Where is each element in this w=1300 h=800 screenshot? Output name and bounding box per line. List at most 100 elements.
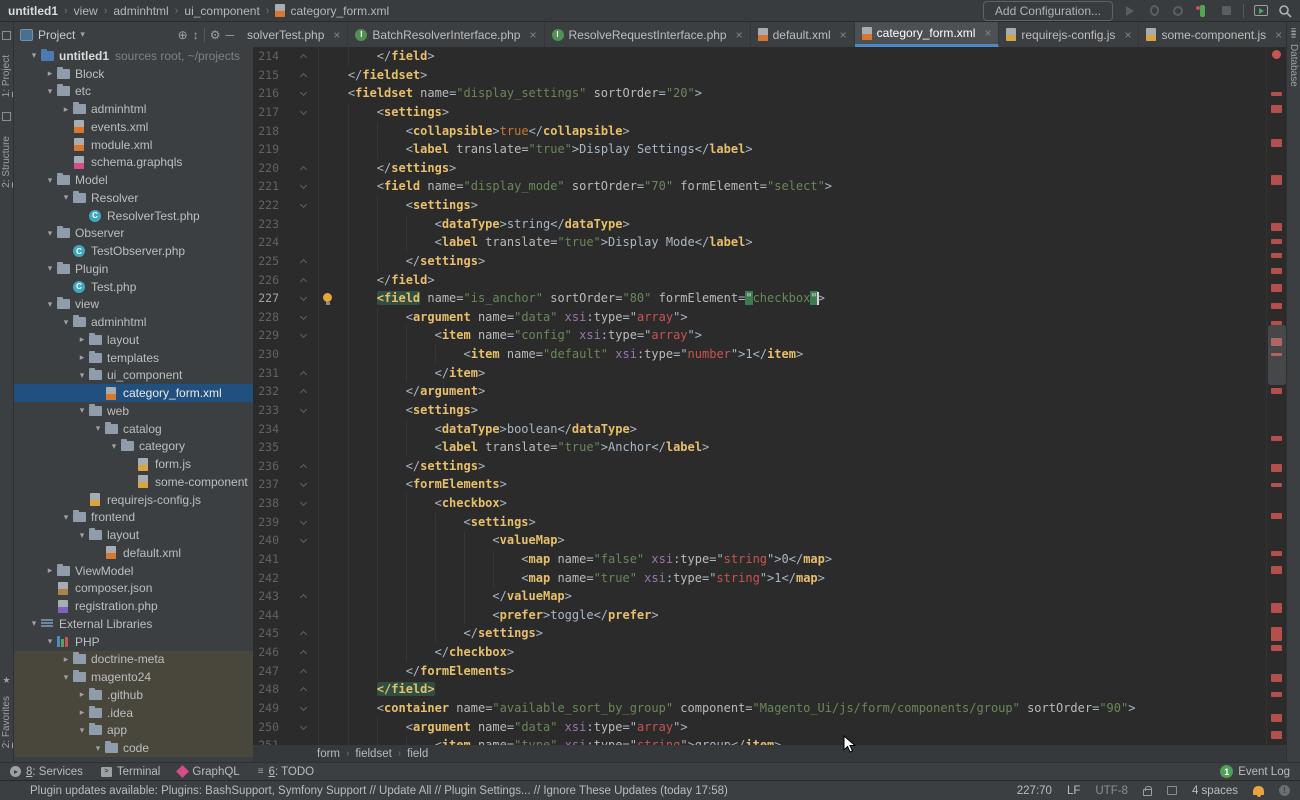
chevron-expanded-icon[interactable]: ▾ (76, 405, 88, 416)
code-line[interactable]: </checkbox> (319, 643, 1266, 662)
tree-item-templates[interactable]: ▸templates (14, 349, 253, 367)
breadcrumb-field[interactable]: field (407, 748, 428, 760)
error-mark[interactable] (1271, 464, 1282, 472)
fold-open-icon[interactable] (300, 89, 307, 96)
tree-item-observer[interactable]: ▾Observer (14, 225, 253, 243)
status-info-icon[interactable]: ! (1279, 785, 1290, 796)
tree-item-layout[interactable]: ▸layout (14, 331, 253, 349)
chevron-collapsed-icon[interactable]: ▸ (60, 654, 72, 665)
tree-item-registration-php[interactable]: registration.php (14, 597, 253, 615)
fold-close-icon[interactable] (300, 54, 307, 61)
tree-item-adminhtml[interactable]: ▾adminhtml (14, 313, 253, 331)
tree-item-view[interactable]: ▾view (14, 296, 253, 314)
title-file[interactable]: category_form.xml (275, 4, 389, 18)
chevron-expanded-icon[interactable]: ▾ (76, 725, 88, 736)
chevron-expanded-icon[interactable]: ▾ (44, 228, 56, 239)
tree-item-untitled1[interactable]: ▾untitled1sources root, ~/projects (14, 47, 253, 65)
fold-close-icon[interactable] (300, 389, 307, 396)
chevron-expanded-icon[interactable]: ▾ (60, 192, 72, 203)
fold-close-icon[interactable] (300, 594, 307, 601)
tab-close-icon[interactable]: × (529, 28, 536, 42)
code-line[interactable]: <checkbox> (319, 494, 1266, 513)
error-mark[interactable] (1271, 223, 1282, 231)
tab-solvertest-php[interactable]: solverTest.php× (240, 22, 348, 47)
event-log-button[interactable]: 1 Event Log (1220, 765, 1290, 778)
tree-item-doctrine-meta[interactable]: ▸doctrine-meta (14, 651, 253, 669)
fold-close-icon[interactable] (300, 650, 307, 657)
error-stripe-scrollbar[interactable] (1266, 47, 1286, 745)
code-line[interactable]: </field> (319, 680, 1266, 699)
chevron-expanded-icon[interactable]: ▾ (60, 317, 72, 328)
tree-item-some-component[interactable]: some-component (14, 473, 253, 491)
code-line[interactable]: <field name="display_mode" sortOrder="70… (319, 177, 1266, 196)
chevron-down-icon[interactable]: ▾ (80, 29, 85, 40)
fold-open-icon[interactable] (300, 313, 307, 320)
error-mark[interactable] (1271, 674, 1282, 682)
error-mark[interactable] (1271, 175, 1282, 185)
fold-close-icon[interactable] (300, 687, 307, 694)
fold-close-icon[interactable] (300, 371, 307, 378)
tree-item-magento24[interactable]: ▾magento24 (14, 668, 253, 686)
fold-open-icon[interactable] (300, 108, 307, 115)
code-line[interactable]: <item name="config" xsi:type="array"> (319, 326, 1266, 345)
favorites-star-icon[interactable]: ★ (2, 675, 10, 686)
toolwindow-button-6-todo[interactable]: ≡6: TODO (258, 766, 314, 778)
tree-item-code[interactable]: ▾code (14, 739, 253, 757)
chevron-collapsed-icon[interactable]: ▸ (76, 689, 88, 700)
tree-item-ui-component[interactable]: ▾ui_component (14, 367, 253, 385)
tool-stripe-structure[interactable]: 2: Structure (1, 136, 12, 188)
fold-open-icon[interactable] (300, 704, 307, 711)
tree-item-category[interactable]: ▾category (14, 438, 253, 456)
chevron-expanded-icon[interactable]: ▾ (28, 618, 40, 629)
chevron-expanded-icon[interactable]: ▾ (60, 672, 72, 683)
error-mark[interactable] (1271, 551, 1282, 556)
chevron-expanded-icon[interactable]: ▾ (44, 299, 56, 310)
fold-open-icon[interactable] (300, 331, 307, 338)
file-encoding[interactable]: UTF-8 (1095, 785, 1128, 797)
code-line[interactable]: <field name="is_anchor" sortOrder="80" f… (319, 289, 1266, 308)
tree-item-events-xml[interactable]: events.xml (14, 118, 253, 136)
stop-icon[interactable] (1219, 4, 1233, 18)
breadcrumb-item[interactable]: view (74, 4, 98, 18)
chevron-expanded-icon[interactable]: ▾ (60, 512, 72, 523)
chevron-collapsed-icon[interactable]: ▸ (76, 707, 88, 718)
tree-item-form-js[interactable]: form.js (14, 455, 253, 473)
error-mark[interactable] (1271, 303, 1282, 309)
code-line[interactable]: <argument name="data" xsi:type="array"> (319, 308, 1266, 327)
code-line[interactable]: <formElements> (319, 475, 1266, 494)
code-line[interactable]: <container name="available_sort_by_group… (319, 699, 1266, 718)
tab-category-form-xml[interactable]: category_form.xml× (855, 22, 1000, 47)
hide-panel-icon[interactable]: ─ (225, 28, 234, 42)
code-line[interactable]: </field> (319, 271, 1266, 290)
tree-item-test-php[interactable]: CTest.php (14, 278, 253, 296)
chevron-expanded-icon[interactable]: ▾ (44, 263, 56, 274)
toolwindow-button-terminal[interactable]: >Terminal (101, 766, 160, 778)
code-line[interactable]: </formElements> (319, 662, 1266, 681)
breadcrumb-item[interactable]: ui_component (184, 4, 259, 18)
tree-item-testobserver-php[interactable]: CTestObserver.php (14, 242, 253, 260)
chevron-expanded-icon[interactable]: ▾ (92, 423, 104, 434)
run-anything-icon[interactable] (1254, 4, 1268, 18)
locate-file-icon[interactable]: ⊕ (178, 28, 188, 42)
fold-open-icon[interactable] (300, 480, 307, 487)
project-view-title[interactable]: Project (38, 28, 75, 42)
line-separator[interactable]: LF (1067, 785, 1080, 797)
tab-close-icon[interactable]: × (984, 26, 991, 40)
error-mark[interactable] (1271, 284, 1282, 292)
error-mark[interactable] (1271, 731, 1282, 739)
error-mark[interactable] (1271, 105, 1282, 113)
code-line[interactable]: <valueMap> (319, 531, 1266, 550)
toolwindow-button-graphql[interactable]: GraphQL (178, 766, 239, 778)
code-line[interactable]: </item> (319, 364, 1266, 383)
code-line[interactable]: </argument> (319, 382, 1266, 401)
tree-item-default-xml[interactable]: default.xml (14, 544, 253, 562)
tab-close-icon[interactable]: × (333, 28, 340, 42)
code-line[interactable]: </field> (319, 47, 1266, 66)
chevron-expanded-icon[interactable]: ▾ (76, 370, 88, 381)
breadcrumb-item[interactable]: untitled1 (8, 4, 58, 18)
tree-item-viewmodel[interactable]: ▸ViewModel (14, 562, 253, 580)
toolwindow-button-8-services[interactable]: 8: Services (10, 766, 83, 778)
error-mark[interactable] (1271, 513, 1282, 519)
breadcrumb-fieldset[interactable]: fieldset (355, 748, 391, 760)
code-line[interactable]: </settings> (319, 624, 1266, 643)
